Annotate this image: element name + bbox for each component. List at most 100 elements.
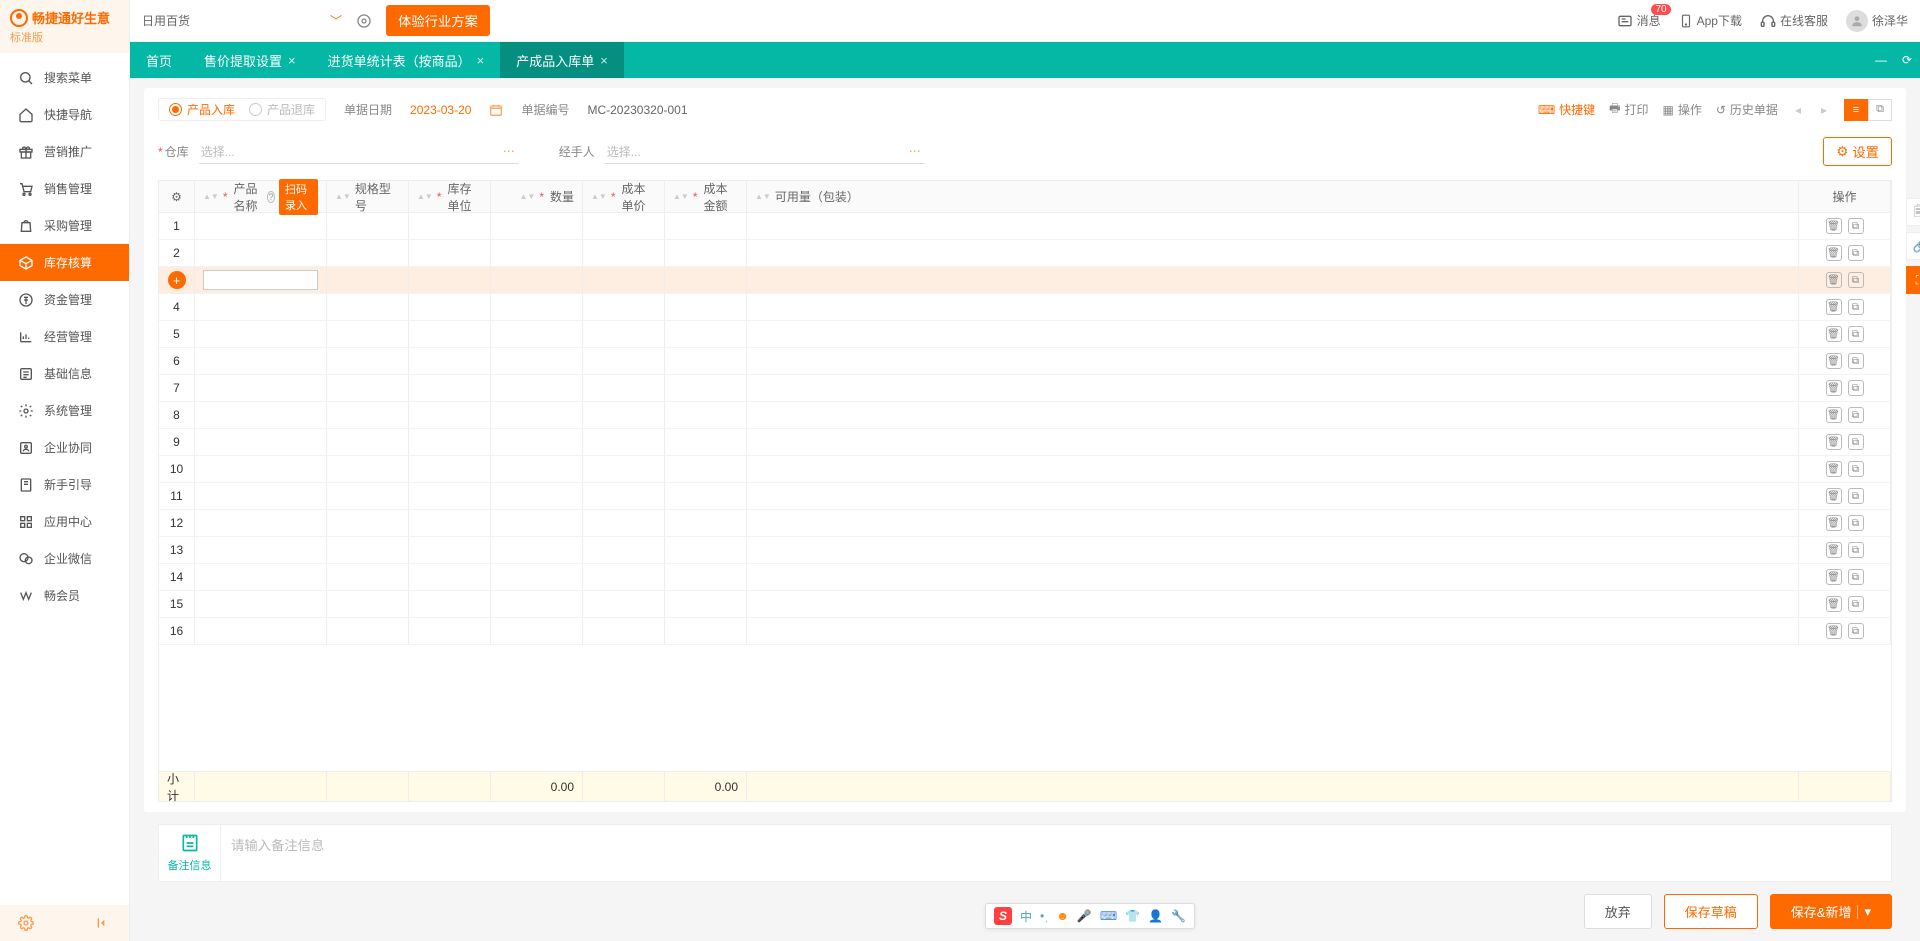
table-row[interactable]: 8🗑⧉ xyxy=(159,402,1891,429)
row-delete-button[interactable]: 🗑 xyxy=(1826,569,1842,585)
cell-price[interactable] xyxy=(583,294,665,320)
prev-doc-button[interactable]: ◂ xyxy=(1792,103,1804,117)
cell-amount[interactable] xyxy=(665,456,747,482)
discard-button[interactable]: 放弃 xyxy=(1584,894,1652,929)
tab-close-icon[interactable]: × xyxy=(477,53,485,68)
table-row[interactable]: 16🗑⧉ xyxy=(159,618,1891,645)
cell-amount[interactable] xyxy=(665,267,747,293)
product-name-input[interactable] xyxy=(203,270,318,290)
cell-amount[interactable] xyxy=(665,294,747,320)
cell-product-name[interactable] xyxy=(195,591,327,617)
cell-amount[interactable] xyxy=(665,591,747,617)
sidebar-item-gear[interactable]: 系统管理 xyxy=(0,392,129,429)
cell-spec[interactable] xyxy=(327,456,409,482)
row-delete-button[interactable]: 🗑 xyxy=(1826,218,1842,234)
table-row[interactable]: 11🗑⧉ xyxy=(159,483,1891,510)
cell-qty[interactable] xyxy=(491,564,583,590)
sidebar-item-home[interactable]: 快捷导航 xyxy=(0,96,129,133)
sidebar-item-vip[interactable]: 畅会员 xyxy=(0,577,129,614)
row-delete-button[interactable]: 🗑 xyxy=(1826,542,1842,558)
cell-spec[interactable] xyxy=(327,294,409,320)
sidebar-item-cart[interactable]: 销售管理 xyxy=(0,170,129,207)
view-detail-button[interactable]: ⧉ xyxy=(1868,99,1892,121)
next-doc-button[interactable]: ▸ xyxy=(1818,103,1830,117)
cell-product-name[interactable] xyxy=(195,429,327,455)
cell-price[interactable] xyxy=(583,564,665,590)
row-delete-button[interactable]: 🗑 xyxy=(1826,488,1842,504)
cell-qty[interactable] xyxy=(491,267,583,293)
tab[interactable]: 售价提取设置× xyxy=(188,42,312,78)
scan-entry-button[interactable]: 扫码录入 xyxy=(279,179,318,215)
table-row[interactable]: 4🗑⧉ xyxy=(159,294,1891,321)
cell-price[interactable] xyxy=(583,375,665,401)
store-selector[interactable]: 日用百货 ﹀ xyxy=(142,12,342,29)
cell-qty[interactable] xyxy=(491,240,583,266)
col-amount[interactable]: ▲▼ * 成本金额 xyxy=(665,181,747,212)
cell-unit[interactable] xyxy=(409,267,491,293)
cell-qty[interactable] xyxy=(491,591,583,617)
cell-qty[interactable] xyxy=(491,321,583,347)
rail-note-button[interactable]: 🗐 xyxy=(1906,198,1920,226)
cell-product-name[interactable] xyxy=(195,240,327,266)
cell-unit[interactable] xyxy=(409,375,491,401)
cell-product-name[interactable] xyxy=(195,510,327,536)
cell-spec[interactable] xyxy=(327,537,409,563)
cell-spec[interactable] xyxy=(327,564,409,590)
row-delete-button[interactable]: 🗑 xyxy=(1826,353,1842,369)
cell-spec[interactable] xyxy=(327,375,409,401)
sidebar-item-search[interactable]: 搜索菜单 xyxy=(0,59,129,96)
tab[interactable]: 首页 xyxy=(130,42,188,78)
table-row[interactable]: 2🗑⧉ xyxy=(159,240,1891,267)
table-row[interactable]: 7🗑⧉ xyxy=(159,375,1891,402)
table-row[interactable]: 15🗑⧉ xyxy=(159,591,1891,618)
sidebar-item-bag[interactable]: 采购管理 xyxy=(0,207,129,244)
cell-product-name[interactable] xyxy=(195,402,327,428)
cell-price[interactable] xyxy=(583,348,665,374)
cell-spec[interactable] xyxy=(327,240,409,266)
cell-avail[interactable] xyxy=(747,294,1799,320)
date-value[interactable]: 2023-03-20 xyxy=(410,103,471,117)
sidebar-item-wechat[interactable]: 企业微信 xyxy=(0,540,129,577)
row-copy-button[interactable]: ⧉ xyxy=(1848,407,1864,423)
sidebar-item-money[interactable]: 资金管理 xyxy=(0,281,129,318)
row-delete-button[interactable]: 🗑 xyxy=(1826,326,1842,342)
cell-spec[interactable] xyxy=(327,402,409,428)
row-delete-button[interactable]: 🗑 xyxy=(1826,245,1842,261)
cell-avail[interactable] xyxy=(747,456,1799,482)
row-delete-button[interactable]: 🗑 xyxy=(1826,515,1842,531)
remark-input[interactable] xyxy=(221,825,1891,881)
cell-avail[interactable] xyxy=(747,321,1799,347)
cell-amount[interactable] xyxy=(665,510,747,536)
cell-qty[interactable] xyxy=(491,348,583,374)
row-delete-button[interactable]: 🗑 xyxy=(1826,596,1842,612)
cell-price[interactable] xyxy=(583,510,665,536)
cell-spec[interactable] xyxy=(327,213,409,239)
cell-price[interactable] xyxy=(583,429,665,455)
cell-unit[interactable] xyxy=(409,240,491,266)
cell-unit[interactable] xyxy=(409,402,491,428)
cell-qty[interactable] xyxy=(491,294,583,320)
row-delete-button[interactable]: 🗑 xyxy=(1826,272,1842,288)
row-copy-button[interactable]: ⧉ xyxy=(1848,542,1864,558)
add-row-button[interactable]: + xyxy=(168,271,186,289)
row-copy-button[interactable]: ⧉ xyxy=(1848,380,1864,396)
cell-spec[interactable] xyxy=(327,267,409,293)
sidebar-item-guide[interactable]: 新手引导 xyxy=(0,466,129,503)
row-copy-button[interactable]: ⧉ xyxy=(1848,515,1864,531)
promo-button[interactable]: 体验行业方案 xyxy=(386,5,490,36)
cell-amount[interactable] xyxy=(665,348,747,374)
cell-unit[interactable] xyxy=(409,564,491,590)
save-draft-button[interactable]: 保存草稿 xyxy=(1664,894,1758,929)
cell-avail[interactable] xyxy=(747,375,1799,401)
cell-avail[interactable] xyxy=(747,402,1799,428)
handler-select[interactable]: 选择... ⋯ xyxy=(605,140,925,164)
cell-qty[interactable] xyxy=(491,510,583,536)
sidebar-item-box[interactable]: 库存核算 xyxy=(0,244,129,281)
app-download-button[interactable]: App下载 xyxy=(1679,12,1742,29)
cell-avail[interactable] xyxy=(747,348,1799,374)
cell-price[interactable] xyxy=(583,321,665,347)
tab-close-icon[interactable]: × xyxy=(600,53,608,68)
cell-price[interactable] xyxy=(583,537,665,563)
radio-product-out[interactable]: 产品退库 xyxy=(249,101,315,118)
cell-amount[interactable] xyxy=(665,564,747,590)
